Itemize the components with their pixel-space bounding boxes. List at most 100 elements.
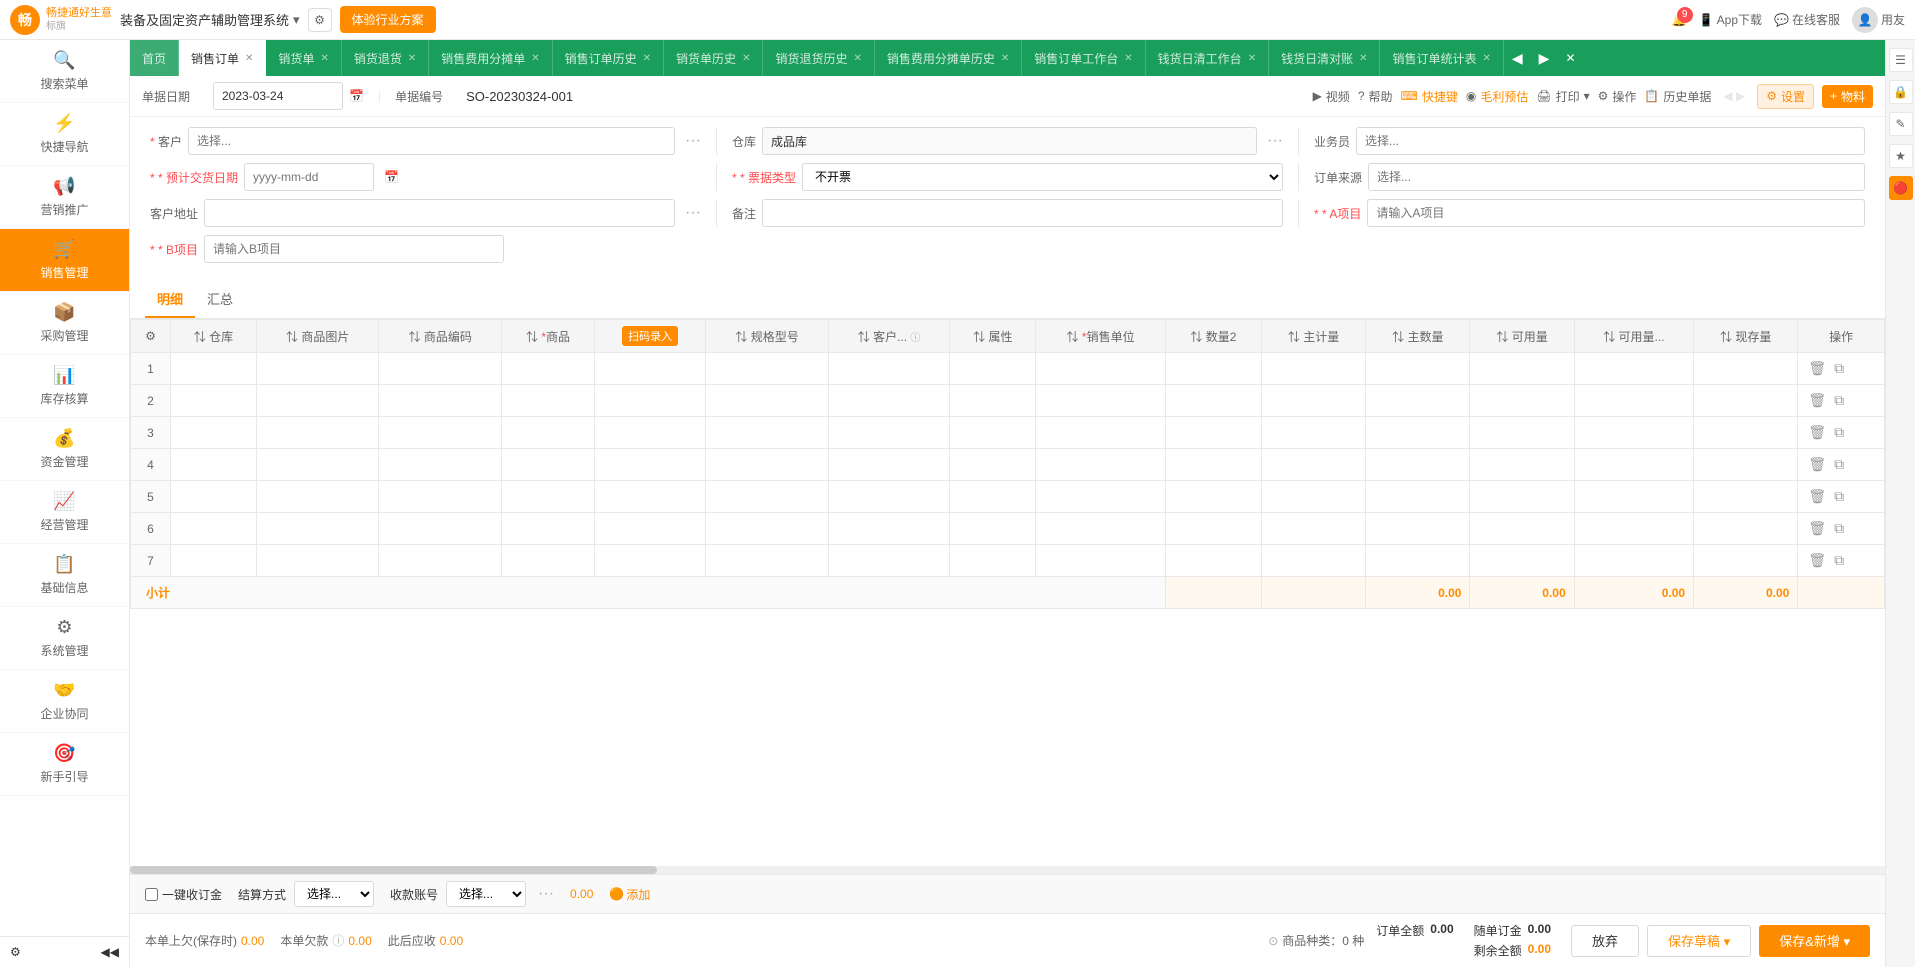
- b-project-input[interactable]: [204, 235, 504, 263]
- row-stock-3[interactable]: [1694, 417, 1798, 449]
- receipt-select[interactable]: 选择...: [446, 881, 526, 907]
- tab-next-btn[interactable]: ▶: [1531, 50, 1558, 67]
- row-customer-2[interactable]: [828, 385, 949, 417]
- save-draft-btn[interactable]: 保存草稿 ▾: [1647, 925, 1751, 957]
- row-available-3[interactable]: [1470, 417, 1574, 449]
- row-available-6[interactable]: [1470, 513, 1574, 545]
- sidebar-item-quicknav[interactable]: ⚡ 快捷导航: [0, 103, 129, 166]
- tab-expense[interactable]: 销售费用分摊单 ✕: [429, 40, 552, 76]
- tab-close-expense[interactable]: ✕: [531, 53, 539, 64]
- row-spec-2[interactable]: [706, 385, 829, 417]
- tab-invoice-history[interactable]: 销货单历史 ✕: [664, 40, 763, 76]
- tab-sales-invoice[interactable]: 销货单 ✕: [266, 40, 341, 76]
- row-delete-btn-5[interactable]: 🗑: [1806, 486, 1828, 507]
- row-main-unit-3[interactable]: [1261, 417, 1365, 449]
- warehouse-more-icon[interactable]: ···: [1267, 132, 1283, 150]
- row-code-3[interactable]: [379, 417, 502, 449]
- row-main-qty-3[interactable]: [1366, 417, 1470, 449]
- row-spec-1[interactable]: [706, 353, 829, 385]
- invoice-type-select[interactable]: 不开票 增值税发票: [802, 163, 1283, 191]
- row-product-3[interactable]: [501, 417, 594, 449]
- warehouse-input[interactable]: [762, 127, 1257, 155]
- row-attr-2[interactable]: [950, 385, 1036, 417]
- row-qty2-6[interactable]: [1165, 513, 1261, 545]
- row-main-qty-4[interactable]: [1366, 449, 1470, 481]
- sidebar-item-finance[interactable]: 💰 资金管理: [0, 418, 129, 481]
- row-main-qty-5[interactable]: [1366, 481, 1470, 513]
- row-attr-1[interactable]: [950, 353, 1036, 385]
- row-available-4[interactable]: [1470, 449, 1574, 481]
- row-stock-1[interactable]: [1694, 353, 1798, 385]
- tab-more-btn[interactable]: ✕: [1557, 51, 1583, 65]
- row-code-1[interactable]: [379, 353, 502, 385]
- row-code-7[interactable]: [379, 545, 502, 577]
- row-attr-3[interactable]: [950, 417, 1036, 449]
- tab-sales-report[interactable]: 销售订单统计表 ✕: [1380, 40, 1503, 76]
- row-main-qty-6[interactable]: [1366, 513, 1470, 545]
- row-code-5[interactable]: [379, 481, 502, 513]
- row-available-1[interactable]: [1470, 353, 1574, 385]
- address-input[interactable]: [204, 199, 675, 227]
- settings-icon[interactable]: ⚙: [308, 8, 332, 32]
- tab-sales-order[interactable]: 销售订单 ✕: [179, 40, 266, 76]
- right-panel-icon-3[interactable]: ✎: [1889, 112, 1913, 136]
- row-attr-4[interactable]: [950, 449, 1036, 481]
- quick-deposit-input[interactable]: [145, 888, 158, 901]
- tab-close-reconcile[interactable]: ✕: [1359, 53, 1367, 64]
- tab-close-return[interactable]: ✕: [408, 53, 416, 64]
- tab-close-order-workbench[interactable]: ✕: [1124, 53, 1132, 64]
- row-code-2[interactable]: [379, 385, 502, 417]
- address-more-icon[interactable]: ···: [685, 204, 701, 222]
- row-unit-1[interactable]: [1036, 353, 1166, 385]
- scan-input-btn[interactable]: 扫码录入: [622, 326, 678, 346]
- sidebar-item-sales[interactable]: 🛒 销售管理: [0, 229, 129, 292]
- product-types-icon[interactable]: ⊙: [1268, 934, 1278, 948]
- row-warehouse-4[interactable]: [171, 449, 257, 481]
- row-main-qty-2[interactable]: [1366, 385, 1470, 417]
- row-customer-3[interactable]: [828, 417, 949, 449]
- row-main-unit-2[interactable]: [1261, 385, 1365, 417]
- row-product-7[interactable]: [501, 545, 594, 577]
- sidebar-item-guide[interactable]: 🎯 新手引导: [0, 733, 129, 796]
- receipt-more-icon[interactable]: ···: [538, 885, 554, 903]
- discard-btn[interactable]: 放弃: [1571, 925, 1639, 957]
- trial-btn[interactable]: 体验行业方案: [340, 6, 436, 33]
- row-unit-4[interactable]: [1036, 449, 1166, 481]
- row-qty2-2[interactable]: [1165, 385, 1261, 417]
- row-available2-5[interactable]: [1574, 481, 1693, 513]
- sidebar-item-operations[interactable]: 📈 经营管理: [0, 481, 129, 544]
- staff-input[interactable]: [1356, 127, 1865, 155]
- row-qty2-4[interactable]: [1165, 449, 1261, 481]
- row-unit-7[interactable]: [1036, 545, 1166, 577]
- right-panel-icon-4[interactable]: ★: [1889, 144, 1913, 168]
- row-unit-2[interactable]: [1036, 385, 1166, 417]
- row-code-6[interactable]: [379, 513, 502, 545]
- row-product-2[interactable]: [501, 385, 594, 417]
- a-project-input[interactable]: [1367, 199, 1865, 227]
- row-unit-6[interactable]: [1036, 513, 1166, 545]
- profit-btn[interactable]: ◉ 毛利预估: [1466, 88, 1529, 105]
- add-receipt-btn[interactable]: 🟠 添加: [609, 886, 650, 903]
- row-warehouse-2[interactable]: [171, 385, 257, 417]
- row-warehouse-6[interactable]: [171, 513, 257, 545]
- tab-detail[interactable]: 明细: [145, 281, 195, 318]
- row-copy-btn-5[interactable]: ⧉: [1832, 486, 1846, 507]
- row-available-7[interactable]: [1470, 545, 1574, 577]
- tab-return[interactable]: 销货退货 ✕: [342, 40, 429, 76]
- row-warehouse-1[interactable]: [171, 353, 257, 385]
- row-main-unit-7[interactable]: [1261, 545, 1365, 577]
- tab-close-sales-invoice[interactable]: ✕: [320, 53, 328, 64]
- tab-close-order-history[interactable]: ✕: [643, 53, 651, 64]
- user-menu[interactable]: 👤 用友: [1852, 7, 1905, 33]
- row-available-2[interactable]: [1470, 385, 1574, 417]
- customer-input[interactable]: [188, 127, 675, 155]
- tab-return-history[interactable]: 销货退货历史 ✕: [763, 40, 874, 76]
- online-service-btn[interactable]: 💬 在线客服: [1774, 11, 1840, 28]
- shortcut-btn[interactable]: ⌨ 快捷键: [1401, 88, 1458, 105]
- row-customer-7[interactable]: [828, 545, 949, 577]
- row-qty2-3[interactable]: [1165, 417, 1261, 449]
- row-copy-btn-1[interactable]: ⧉: [1832, 358, 1846, 379]
- calendar-icon[interactable]: 📅: [349, 89, 364, 103]
- row-main-unit-1[interactable]: [1261, 353, 1365, 385]
- tab-reconcile[interactable]: 钱货日清对账 ✕: [1269, 40, 1380, 76]
